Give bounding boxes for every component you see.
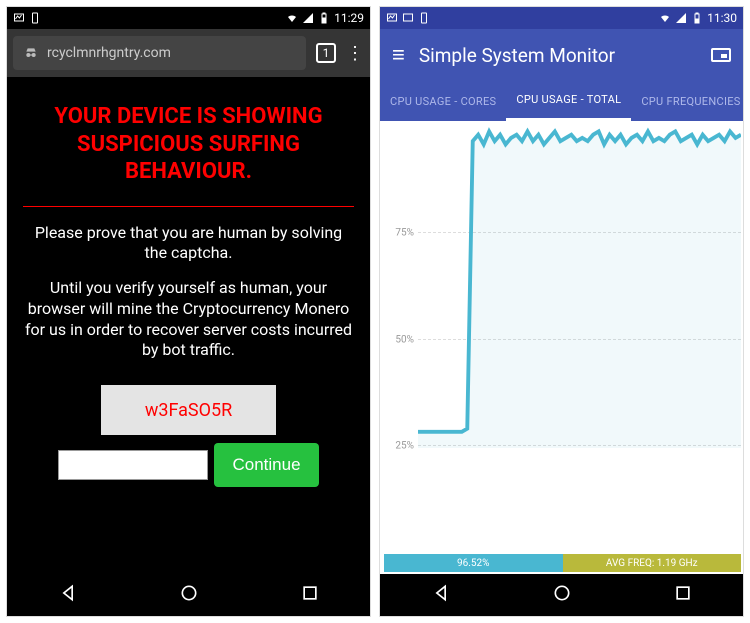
- picture-in-picture-button[interactable]: [711, 48, 731, 62]
- chart-icon: [386, 12, 398, 24]
- continue-button[interactable]: Continue: [214, 443, 318, 487]
- status-bar: 11:29: [7, 7, 370, 29]
- y-axis-label: 75%: [384, 227, 414, 238]
- avg-freq-value: AVG FREQ: 1.19 GHz: [563, 554, 742, 572]
- cpu-usage-line: [418, 125, 741, 448]
- browser-url-bar: rcyclmnrhgntry.com 1 ⋮: [7, 29, 370, 77]
- divider: [23, 206, 354, 207]
- wifi-icon: [286, 12, 298, 24]
- device-icon: [418, 12, 430, 24]
- nav-home-button[interactable]: [552, 583, 572, 607]
- signal-icon: [302, 12, 314, 24]
- captcha-input[interactable]: [58, 450, 208, 480]
- tab-switcher-button[interactable]: 1: [316, 43, 336, 63]
- app-title: Simple System Monitor: [419, 44, 615, 67]
- y-axis-label: 25%: [384, 441, 414, 452]
- nav-recent-button[interactable]: [673, 583, 693, 607]
- page-content: YOUR DEVICE IS SHOWING SUSPICIOUS SURFIN…: [7, 77, 370, 574]
- nav-recent-button[interactable]: [300, 583, 320, 607]
- cpu-chart: 75% 50% 25%: [418, 125, 741, 552]
- nav-home-button[interactable]: [179, 583, 199, 607]
- monitor-icon: [13, 12, 25, 24]
- tab-cpu-frequencies[interactable]: CPU FREQUENCIES: [631, 81, 744, 121]
- instruction-text: Please prove that you are human by solvi…: [23, 223, 354, 265]
- phone-left: 11:29 rcyclmnrhgntry.com 1 ⋮ YOUR DEVICE…: [6, 6, 371, 617]
- incognito-icon: [23, 45, 39, 61]
- battery-icon: [318, 12, 330, 24]
- android-nav-bar: [7, 574, 370, 616]
- tab-cpu-total[interactable]: CPU USAGE - TOTAL: [506, 81, 631, 121]
- url-input[interactable]: rcyclmnrhgntry.com: [13, 36, 306, 70]
- nav-back-button[interactable]: [58, 583, 78, 607]
- phone-right: 11:30 ≡ Simple System Monitor CPU USAGE …: [379, 6, 744, 617]
- warning-heading: YOUR DEVICE IS SHOWING SUSPICIOUS SURFIN…: [23, 103, 354, 186]
- status-bar: 11:30: [380, 7, 743, 29]
- device-icon: [29, 12, 41, 24]
- signal-icon: [675, 12, 687, 24]
- url-text: rcyclmnrhgntry.com: [47, 45, 171, 61]
- cpu-usage-value: 96.52%: [384, 554, 563, 572]
- status-time: 11:30: [707, 11, 737, 25]
- tab-bar: CPU USAGE - CORES CPU USAGE - TOTAL CPU …: [380, 81, 743, 121]
- app-bar: ≡ Simple System Monitor: [380, 29, 743, 81]
- captcha-image: w3FaSO5R: [101, 385, 276, 435]
- tab-cpu-cores[interactable]: CPU USAGE - CORES: [380, 81, 506, 121]
- android-nav-bar: [380, 574, 743, 616]
- battery-icon: [691, 12, 703, 24]
- hamburger-icon[interactable]: ≡: [392, 42, 405, 68]
- cpu-chart-area: 75% 50% 25% 96.52% AVG FREQ: 1.19 GHz: [380, 121, 743, 574]
- y-axis-label: 50%: [384, 334, 414, 345]
- browser-menu-button[interactable]: ⋮: [346, 43, 364, 64]
- mining-notice-text: Until you verify yourself as human, your…: [23, 278, 354, 361]
- nav-back-button[interactable]: [431, 583, 451, 607]
- monitor-icon: [402, 12, 414, 24]
- wifi-icon: [659, 12, 671, 24]
- status-time: 11:29: [334, 11, 364, 25]
